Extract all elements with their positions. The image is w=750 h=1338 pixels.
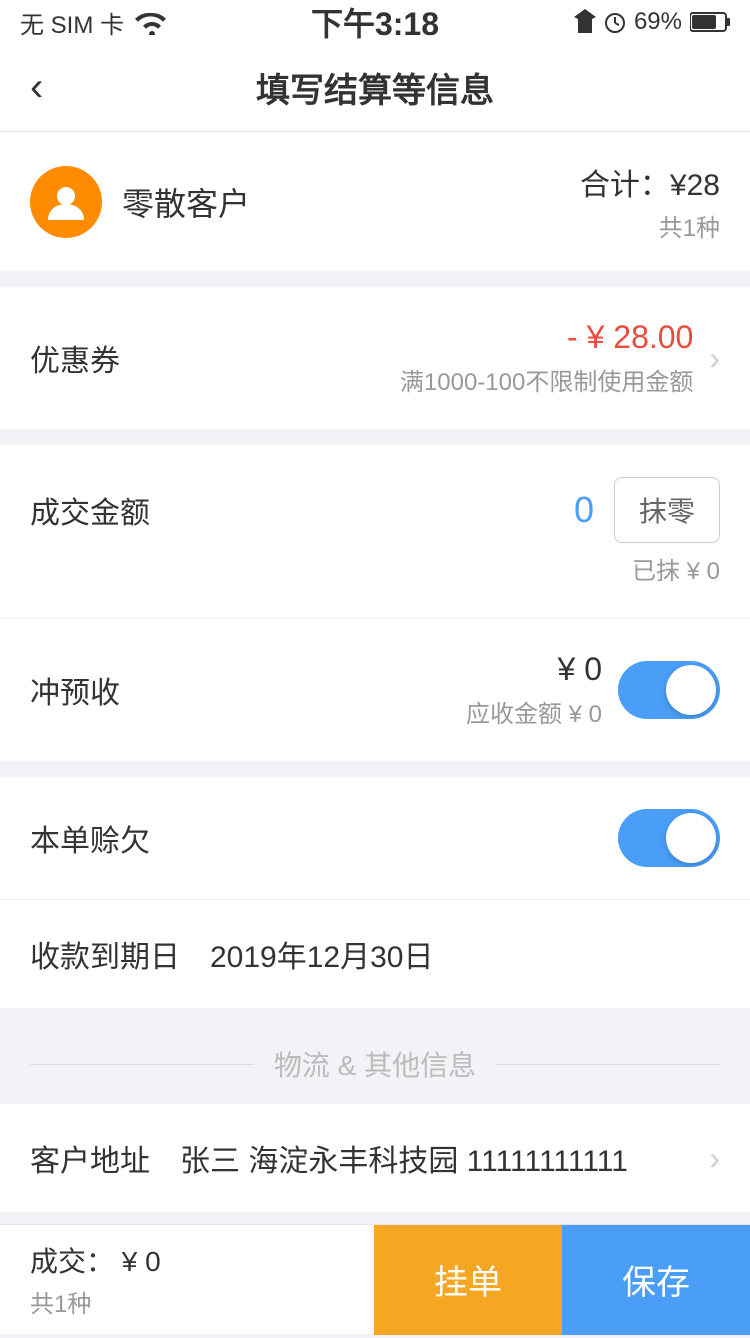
prepaid-amount: ¥ 0 xyxy=(466,651,602,688)
bottom-info: 成交： ¥ 0 共1种 xyxy=(0,1240,374,1319)
battery-icon xyxy=(690,11,730,33)
transaction-label: 成交金额 xyxy=(30,488,150,532)
debt-toggle[interactable] xyxy=(618,809,720,867)
debt-row: 本单赊欠 xyxy=(0,777,750,899)
hang-button[interactable]: 挂单 xyxy=(374,1225,562,1335)
address-chevron: › xyxy=(709,1140,720,1177)
coupon-desc: 满1000-100不限制使用金额 xyxy=(400,362,693,397)
alarm-icon xyxy=(604,9,626,35)
wifi-icon xyxy=(134,9,170,35)
prepaid-receivable: 应收金额 ¥ 0 xyxy=(466,694,602,729)
prepaid-toggle[interactable] xyxy=(618,661,720,719)
battery-percent: 69% xyxy=(634,8,682,36)
customer-row: 零散客户 合计：¥28 共1种 xyxy=(0,132,750,271)
prepaid-right-area: ¥ 0 应收金额 ¥ 0 xyxy=(466,651,720,729)
address-row[interactable]: 客户地址 张三 海淀永丰科技园 11111111111 › xyxy=(0,1104,750,1212)
bottom-count: 共1种 xyxy=(30,1284,344,1319)
status-left: 无 SIM 卡 xyxy=(20,5,170,40)
sim-status: 无 SIM 卡 xyxy=(20,5,124,40)
debt-section: 本单赊欠 收款到期日 2019年12月30日 xyxy=(0,777,750,1008)
address-label: 客户地址 xyxy=(30,1136,150,1180)
logistics-line-left xyxy=(30,1064,254,1065)
due-date-row: 收款到期日 2019年12月30日 xyxy=(0,899,750,1008)
transaction-amount-input[interactable]: 0 xyxy=(514,489,594,531)
already-rounded: 已抹 ¥ 0 xyxy=(632,558,720,585)
due-date-label: 收款到期日 xyxy=(30,932,180,976)
coupon-chevron: › xyxy=(709,340,720,377)
bottom-deal-label: 成交： xyxy=(30,1246,114,1277)
total-count: 共1种 xyxy=(580,208,720,243)
status-right: 69% xyxy=(574,8,730,36)
transaction-section: 成交金额 0 抹零 已抹 ¥ 0 冲预收 ¥ 0 应收金额 ¥ 0 xyxy=(0,445,750,761)
bottom-bar: 成交： ¥ 0 共1种 挂单 保存 xyxy=(0,1224,750,1334)
save-button[interactable]: 保存 xyxy=(562,1225,750,1335)
coupon-amount: - ¥ 28.00 xyxy=(400,319,693,356)
bottom-deal-amount: 成交： ¥ 0 xyxy=(30,1240,344,1280)
address-value: 张三 海淀永丰科技园 11111111111 xyxy=(180,1136,709,1180)
nav-bar: ‹ 填写结算等信息 xyxy=(0,44,750,132)
coupon-row[interactable]: 优惠券 - ¥ 28.00 满1000-100不限制使用金额 › xyxy=(0,287,750,429)
status-bar: 无 SIM 卡 下午3:18 69% xyxy=(0,0,750,44)
logistics-title: 物流 & 其他信息 xyxy=(274,1044,476,1084)
back-button[interactable]: ‹ xyxy=(30,65,43,110)
logistics-line-right xyxy=(496,1064,720,1065)
debt-label: 本单赊欠 xyxy=(30,816,150,860)
content-area: 零散客户 合计：¥28 共1种 优惠券 - ¥ 28.00 满1000-100不… xyxy=(0,132,750,1338)
logistics-header: 物流 & 其他信息 xyxy=(0,1024,750,1104)
coupon-label: 优惠券 xyxy=(30,336,120,380)
customer-section: 零散客户 合计：¥28 共1种 xyxy=(0,132,750,271)
prepaid-label: 冲预收 xyxy=(30,668,120,712)
customer-left: 零散客户 xyxy=(30,166,250,238)
customer-avatar xyxy=(30,166,102,238)
coupon-right: - ¥ 28.00 满1000-100不限制使用金额 › xyxy=(400,319,720,397)
status-time: 下午3:18 xyxy=(311,0,439,45)
due-date-value: 2019年12月30日 xyxy=(210,932,433,976)
nav-title: 填写结算等信息 xyxy=(256,63,494,112)
coupon-value-wrap: - ¥ 28.00 满1000-100不限制使用金额 xyxy=(400,319,693,397)
debt-toggle-knob xyxy=(666,813,716,863)
prepaid-values: ¥ 0 应收金额 ¥ 0 xyxy=(466,651,602,729)
bottom-deal-value: ¥ 0 xyxy=(122,1246,161,1277)
prepaid-row: 冲预收 ¥ 0 应收金额 ¥ 0 xyxy=(0,618,750,761)
customer-total-area: 合计：¥28 共1种 xyxy=(580,160,720,243)
location-icon xyxy=(574,9,596,35)
coupon-section[interactable]: 优惠券 - ¥ 28.00 满1000-100不限制使用金额 › xyxy=(0,287,750,429)
address-section[interactable]: 客户地址 张三 海淀永丰科技园 11111111111 › xyxy=(0,1104,750,1212)
total-amount: 合计：¥28 xyxy=(580,160,720,204)
customer-name: 零散客户 xyxy=(122,179,250,225)
transaction-row: 成交金额 0 抹零 已抹 ¥ 0 xyxy=(0,445,750,618)
toggle-knob xyxy=(666,665,716,715)
round-off-button[interactable]: 抹零 xyxy=(614,477,720,543)
